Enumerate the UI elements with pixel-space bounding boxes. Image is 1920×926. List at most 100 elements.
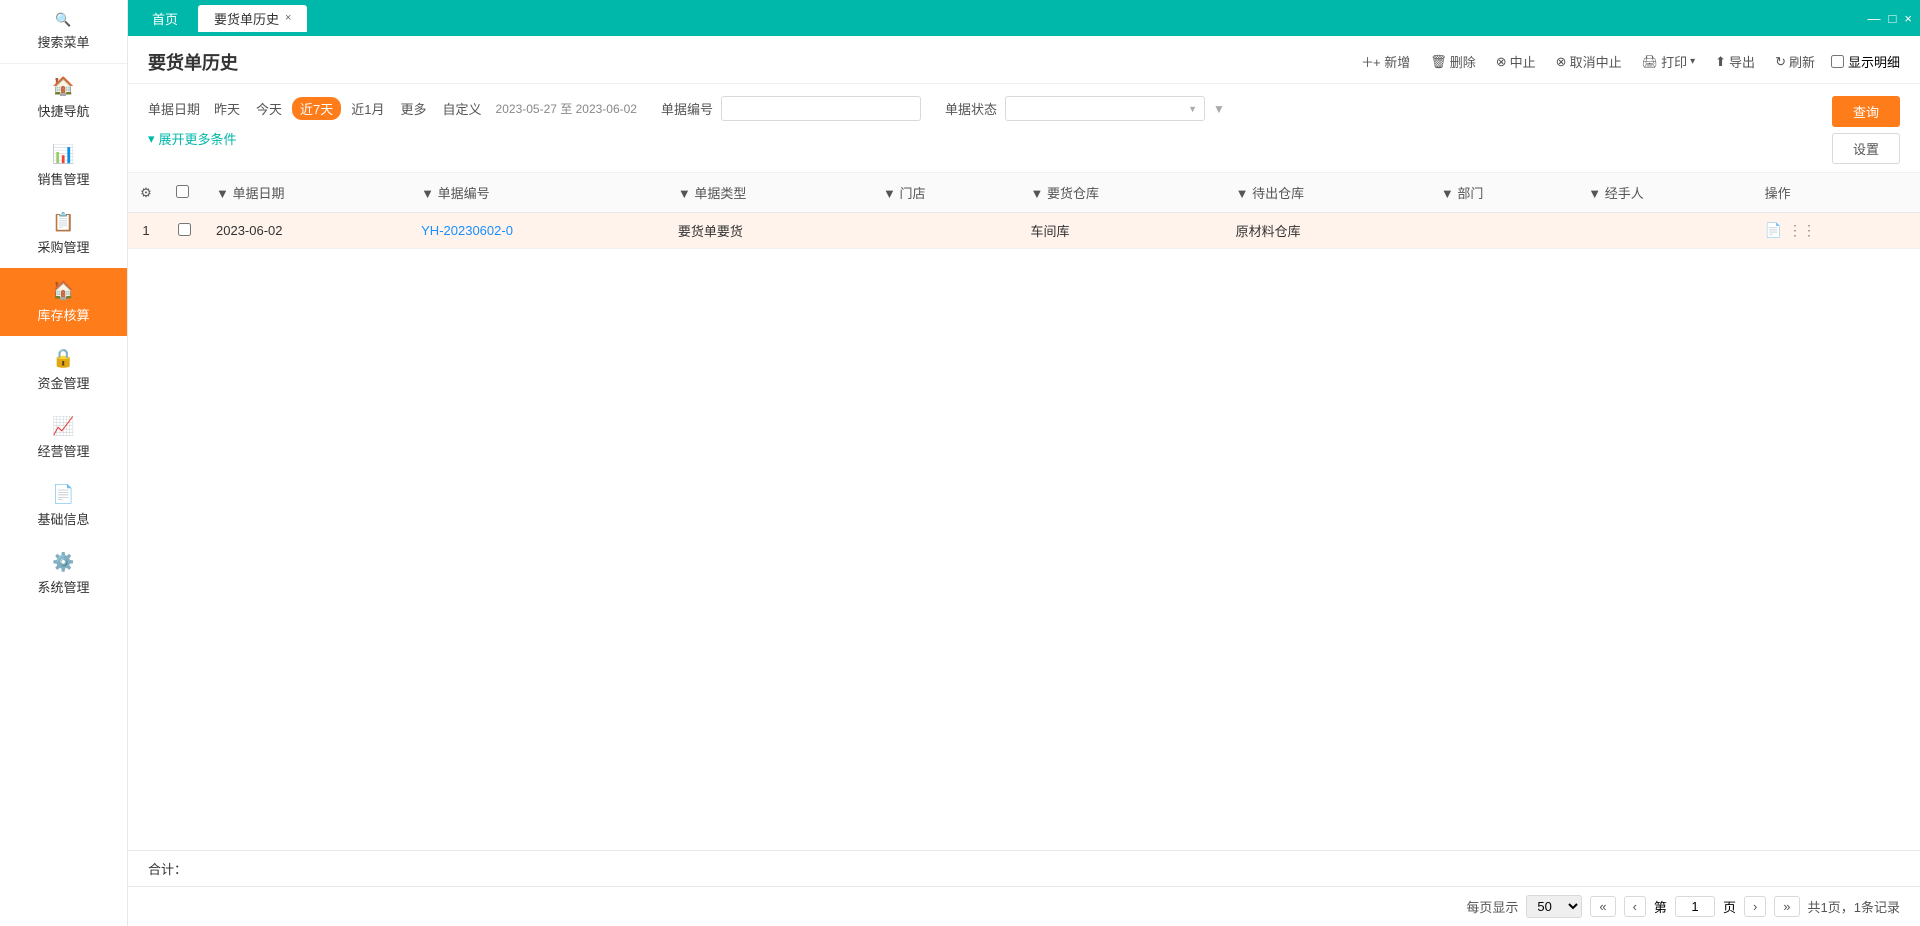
window-minimize[interactable]: —: [1868, 11, 1881, 26]
stop-button[interactable]: ⊗ 中止: [1492, 48, 1540, 75]
doc-no-input[interactable]: [721, 96, 921, 121]
add-button[interactable]: ＋ + 新增: [1357, 48, 1414, 75]
sidebar-item-operations[interactable]: 📈 经营管理: [0, 404, 127, 472]
table-footer: 合计：: [128, 850, 1920, 886]
stop-icon: ⊗: [1496, 54, 1507, 70]
row-checkbox[interactable]: [178, 223, 191, 236]
tab-home[interactable]: 首页: [136, 5, 194, 32]
status-dropdown-icon: ▼: [1213, 102, 1225, 116]
sidebar-item-finance[interactable]: 🔒 资金管理: [0, 336, 127, 404]
lock-icon: 🔒: [52, 348, 74, 369]
document-icon: 📄: [52, 484, 74, 505]
today-btn[interactable]: 今天: [250, 97, 288, 120]
sidebar-item-quick-nav[interactable]: 🏠 快捷导航: [0, 64, 127, 132]
select-all-checkbox[interactable]: [176, 185, 189, 198]
refresh-button[interactable]: ↻ 刷新: [1771, 48, 1819, 75]
print-button[interactable]: 🖨 打印 ▾: [1638, 48, 1700, 75]
sidebar: 🔍 搜索菜单 🏠 快捷导航 📊 销售管理 📋 采购管理 🏠 库存核算 🔒 资金管…: [0, 0, 128, 926]
cancel-stop-icon: ⊗: [1556, 54, 1567, 70]
first-page-btn[interactable]: «: [1590, 896, 1615, 917]
prev-page-btn[interactable]: ‹: [1624, 896, 1646, 917]
filter-area: 单据日期 昨天 今天 近7天 近1月 更多 自定义 2023-05-27 至 2…: [128, 84, 1920, 173]
expand-more-btn[interactable]: ▾ 展开更多条件: [148, 129, 1820, 148]
sidebar-item-purchase[interactable]: 📋 采购管理: [0, 200, 127, 268]
data-table: ⚙ ▼ 单据日期 ▼ 单据编号 ▼ 单据类型 ▼ 门店: [128, 173, 1920, 249]
page-number-input[interactable]: [1675, 896, 1715, 917]
column-actions: 操作: [1753, 173, 1920, 213]
filter-row: 单据日期 昨天 今天 近7天 近1月 更多 自定义 2023-05-27 至 2…: [148, 96, 1820, 121]
delete-icon: 🗑: [1430, 54, 1447, 70]
expand-icon: ▾: [148, 131, 155, 147]
row-doc-no[interactable]: YH-20230602-0: [409, 213, 666, 249]
row-store: [871, 213, 1018, 249]
row-num: 1: [128, 213, 164, 249]
sidebar-item-sales[interactable]: 📊 销售管理: [0, 132, 127, 200]
query-button[interactable]: 查询: [1832, 96, 1900, 127]
yesterday-btn[interactable]: 昨天: [208, 97, 246, 120]
next-page-btn[interactable]: ›: [1744, 896, 1766, 917]
page-size-label: 每页显示: [1466, 897, 1518, 916]
print-icon: 🖨: [1642, 54, 1659, 70]
row-more-btn[interactable]: ⋮⋮: [1788, 222, 1816, 239]
page-size-select[interactable]: 50 100: [1526, 895, 1582, 918]
column-doc-type: ▼ 单据类型: [666, 173, 871, 213]
table-container: ⚙ ▼ 单据日期 ▼ 单据编号 ▼ 单据类型 ▼ 门店: [128, 173, 1920, 850]
show-detail-checkbox[interactable]: [1831, 55, 1844, 68]
settings-button[interactable]: 设置: [1832, 133, 1900, 164]
date-shortcuts: 昨天 今天 近7天 近1月 更多 自定义: [208, 97, 488, 120]
row-pending-warehouse: 原材料仓库: [1224, 213, 1429, 249]
date-filter-group: 单据日期 昨天 今天 近7天 近1月 更多 自定义 2023-05-27 至 2…: [148, 97, 637, 120]
column-checkbox[interactable]: [164, 173, 204, 213]
window-close[interactable]: ×: [1904, 11, 1912, 26]
tab-bar-left: 首页 要货单历史 ×: [136, 5, 307, 32]
chart-icon: 📊: [52, 144, 74, 165]
main-content: 首页 要货单历史 × — □ × 要货单历史 ＋ + 新增 🗑 删除: [128, 0, 1920, 926]
column-store: ▼ 门店: [871, 173, 1018, 213]
column-department: ▼ 部门: [1429, 173, 1576, 213]
last-month-btn[interactable]: 近1月: [345, 97, 390, 120]
delete-button[interactable]: 🗑 删除: [1426, 48, 1480, 75]
tab-current[interactable]: 要货单历史 ×: [198, 5, 307, 32]
column-settings[interactable]: ⚙: [128, 173, 164, 213]
filter-action-buttons: 查询 设置: [1832, 96, 1900, 164]
gear-icon: ⚙️: [52, 552, 74, 573]
tab-bar-right: — □ ×: [1868, 11, 1912, 26]
export-button[interactable]: ⬆ 导出: [1711, 48, 1759, 75]
page-header: 要货单历史 ＋ + 新增 🗑 删除 ⊗ 中止 ⊗ 取消中止 🖨 打印 ▾: [128, 36, 1920, 84]
tab-close-icon[interactable]: ×: [285, 12, 291, 24]
doc-no-label: 单据编号: [661, 99, 713, 118]
status-select[interactable]: [1005, 96, 1205, 121]
row-req-warehouse: 车间库: [1019, 213, 1224, 249]
export-icon: ⬆: [1715, 54, 1726, 70]
table-header-row: ⚙ ▼ 单据日期 ▼ 单据编号 ▼ 单据类型 ▼ 门店: [128, 173, 1920, 213]
more-btn[interactable]: 更多: [395, 97, 433, 120]
last7days-btn[interactable]: 近7天: [292, 97, 341, 120]
custom-btn[interactable]: 自定义: [437, 97, 488, 120]
column-gear-icon[interactable]: ⚙: [140, 185, 152, 200]
clipboard-icon: 📋: [52, 212, 74, 233]
trending-icon: 📈: [52, 416, 74, 437]
date-label: 单据日期: [148, 99, 200, 118]
total-label: 合计：: [148, 862, 187, 877]
sidebar-item-inventory[interactable]: 🏠 库存核算: [0, 268, 127, 336]
row-actions: 📄 ⋮⋮: [1753, 213, 1920, 249]
status-filter-group: 单据状态 ▼: [945, 96, 1225, 121]
column-doc-no: ▼ 单据编号: [409, 173, 666, 213]
sidebar-item-system[interactable]: ⚙️ 系统管理: [0, 540, 127, 608]
page-label: 第: [1654, 897, 1667, 916]
row-view-btn[interactable]: 📄: [1765, 222, 1782, 239]
sidebar-item-basic-info[interactable]: 📄 基础信息: [0, 472, 127, 540]
last-page-btn[interactable]: »: [1774, 896, 1799, 917]
show-detail-toggle[interactable]: 显示明细: [1831, 52, 1900, 71]
row-doc-type: 要货单要货: [666, 213, 871, 249]
date-range-text: 2023-05-27 至 2023-06-02: [496, 100, 637, 117]
pagination-bar: 每页显示 50 100 « ‹ 第 页 › » 共1页，1条记录: [128, 886, 1920, 926]
column-handler: ▼ 经手人: [1576, 173, 1752, 213]
window-maximize[interactable]: □: [1889, 11, 1897, 26]
row-handler: [1576, 213, 1752, 249]
doc-no-filter-group: 单据编号: [661, 96, 921, 121]
cancel-stop-button[interactable]: ⊗ 取消中止: [1552, 48, 1626, 75]
toolbar: ＋ + 新增 🗑 删除 ⊗ 中止 ⊗ 取消中止 🖨 打印 ▾ ⬆: [1357, 48, 1900, 75]
home-icon: 🏠: [52, 76, 74, 97]
sidebar-item-search-menu[interactable]: 🔍 搜索菜单: [0, 0, 127, 64]
